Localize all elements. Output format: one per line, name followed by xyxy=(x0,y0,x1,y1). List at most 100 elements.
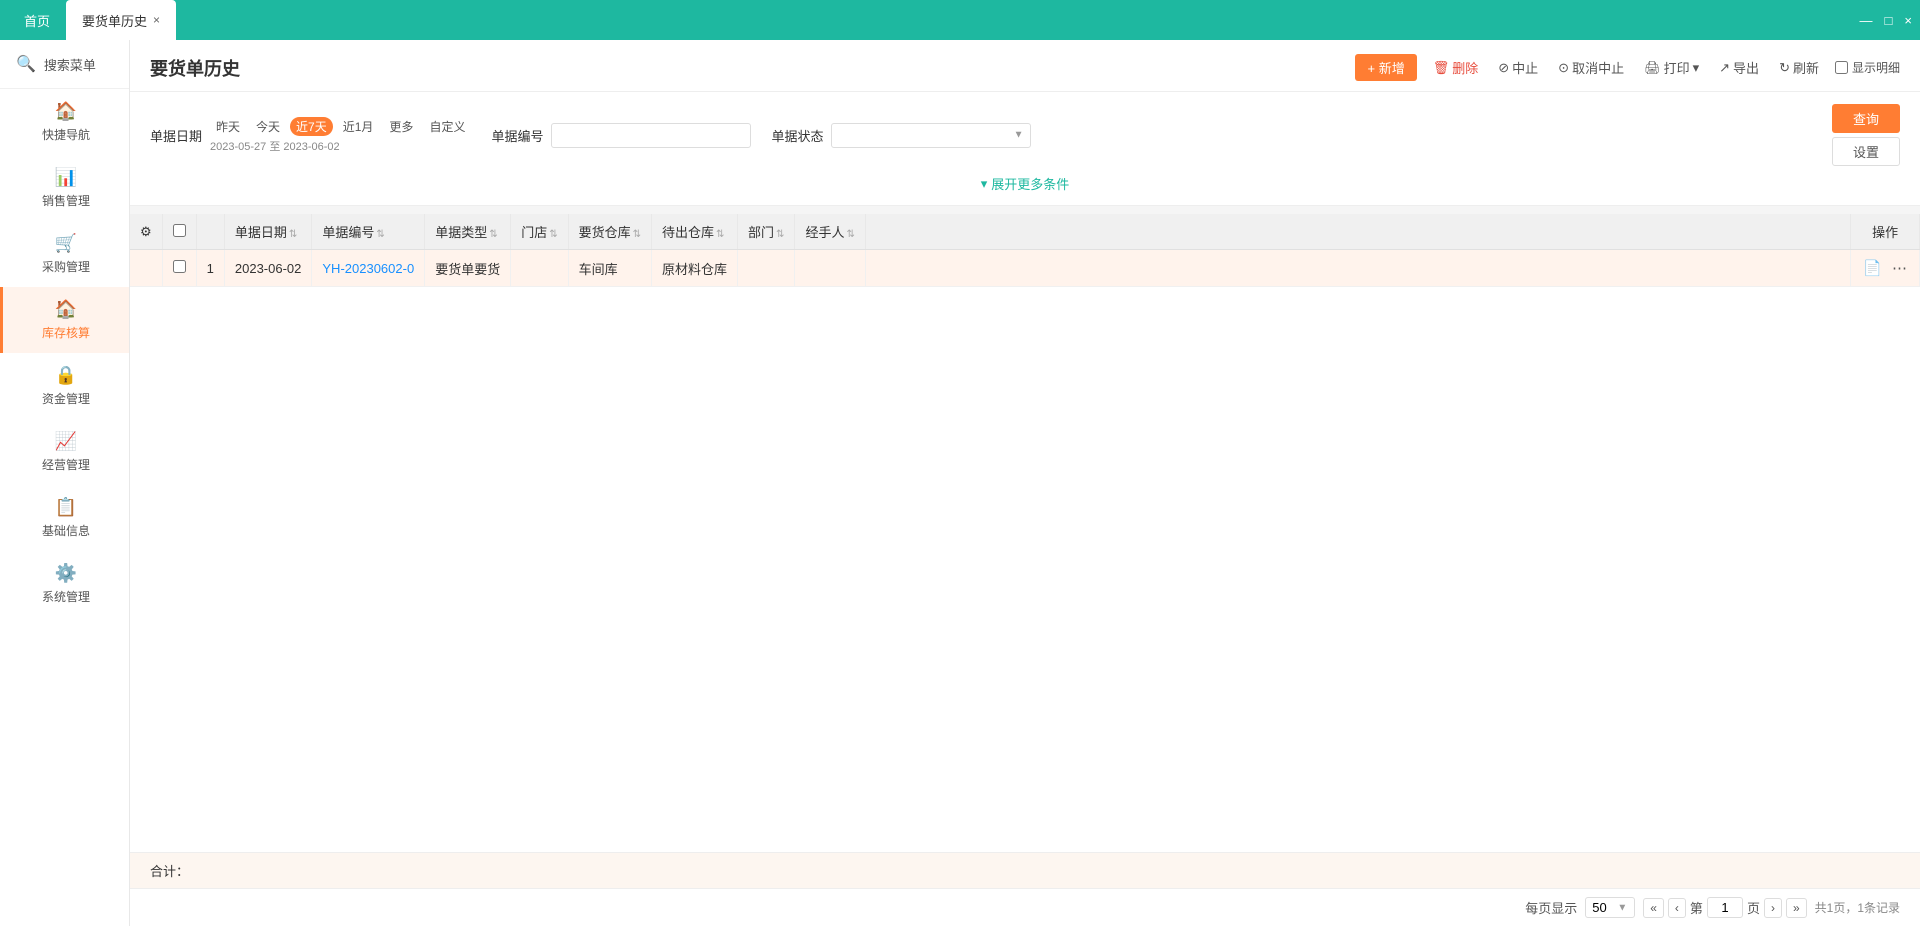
date-btn-7days[interactable]: 近7天 xyxy=(290,117,333,136)
table-container: ⚙ 单据日期⇅ 单据编号⇅ 单据类型⇅ 门店⇅ 要货仓库⇅ 待出仓库⇅ 部门⇅ xyxy=(130,214,1920,852)
row-action-cell: 📄 ⋯ xyxy=(1851,250,1920,287)
status-label: 单据状态 xyxy=(771,126,823,145)
date-btn-today[interactable]: 今天 xyxy=(250,117,286,136)
top-bar-right: — □ × xyxy=(1860,13,1912,28)
date-btn-row: 昨天 今天 近7天 近1月 更多 自定义 xyxy=(210,117,471,136)
status-select[interactable] xyxy=(831,123,1031,148)
sidebar-label-system: 系统管理 xyxy=(42,588,90,605)
quick-nav-icon: 🏠 xyxy=(55,101,77,122)
per-page-select[interactable]: 20 50 100 200 xyxy=(1585,897,1635,918)
page-label: 第 xyxy=(1690,898,1703,917)
system-icon: ⚙️ xyxy=(55,563,77,584)
tab-requisition-history[interactable]: 要货单历史 × xyxy=(66,0,176,40)
maximize-btn[interactable]: □ xyxy=(1885,13,1893,28)
total-label: 合计： xyxy=(150,861,189,880)
purchase-icon: 🛒 xyxy=(55,233,77,254)
table-row: 1 2023-06-02 YH-20230602-0 要货单要货 车间库 原材料… xyxy=(130,250,1920,287)
sidebar-label-quick-nav: 快捷导航 xyxy=(42,126,90,143)
show-detail-checkbox[interactable]: 显示明细 xyxy=(1835,59,1900,76)
row-more-icon[interactable]: ⋯ xyxy=(1890,257,1909,279)
print-button[interactable]: 🖨 打印 ▾ xyxy=(1640,56,1703,79)
next-page-btn[interactable]: › xyxy=(1764,898,1782,918)
sidebar-item-purchase[interactable]: 🛒 采购管理 xyxy=(0,221,129,287)
per-page-label: 每页显示 xyxy=(1525,898,1577,917)
new-button[interactable]: + 新增 xyxy=(1355,54,1416,81)
bill-no-filter-group: 单据编号 xyxy=(491,123,751,148)
prev-page-btn[interactable]: ‹ xyxy=(1668,898,1686,918)
status-select-wrapper xyxy=(831,123,1031,148)
sidebar-item-quick-nav[interactable]: 🏠 快捷导航 xyxy=(0,89,129,155)
main-layout: 🔍 搜索菜单 🏠 快捷导航 📊 销售管理 🛒 采购管理 🏠 库存核算 🔒 资金管… xyxy=(0,40,1920,926)
pagination-bar: 每页显示 20 50 100 200 « ‹ 第 页 › » 共1页，1条记录 xyxy=(130,888,1920,926)
row-spacer xyxy=(865,250,1850,287)
row-settings-cell xyxy=(130,250,162,287)
col-bill-no[interactable]: 单据编号⇅ xyxy=(312,214,425,250)
sidebar-item-sales[interactable]: 📊 销售管理 xyxy=(0,155,129,221)
date-range-display: 2023-05-27 至 2023-06-02 xyxy=(210,138,471,154)
first-page-btn[interactable]: « xyxy=(1643,898,1664,918)
filter-area: 单据日期 昨天 今天 近7天 近1月 更多 自定义 2023-05-27 至 2… xyxy=(130,92,1920,206)
print-icon: 🖨 xyxy=(1644,60,1661,76)
row-edit-icon[interactable]: 📄 xyxy=(1861,257,1884,279)
sidebar-item-basic-info[interactable]: 📋 基础信息 xyxy=(0,485,129,551)
row-department xyxy=(738,250,795,287)
stop-button[interactable]: ⊘ 中止 xyxy=(1494,56,1542,79)
row-date: 2023-06-02 xyxy=(224,250,312,287)
sidebar: 🔍 搜索菜单 🏠 快捷导航 📊 销售管理 🛒 采购管理 🏠 库存核算 🔒 资金管… xyxy=(0,40,130,926)
row-check-cell xyxy=(162,250,196,287)
sidebar-label-operation: 经营管理 xyxy=(42,456,90,473)
minimize-btn[interactable]: — xyxy=(1860,13,1873,28)
settings-button[interactable]: 设置 xyxy=(1832,137,1900,166)
col-req-warehouse[interactable]: 要货仓库⇅ xyxy=(568,214,651,250)
col-department[interactable]: 部门⇅ xyxy=(738,214,795,250)
col-handler[interactable]: 经手人⇅ xyxy=(795,214,865,250)
row-bill-no[interactable]: YH-20230602-0 xyxy=(312,250,425,287)
operation-icon: 📈 xyxy=(55,431,77,452)
data-table: ⚙ 单据日期⇅ 单据编号⇅ 单据类型⇅ 门店⇅ 要货仓库⇅ 待出仓库⇅ 部门⇅ xyxy=(130,214,1920,287)
row-bill-type: 要货单要货 xyxy=(425,250,511,287)
col-settings[interactable]: ⚙ xyxy=(130,214,162,250)
date-filter-group: 单据日期 昨天 今天 近7天 近1月 更多 自定义 2023-05-27 至 2… xyxy=(150,117,471,154)
col-action: 操作 xyxy=(1851,214,1920,250)
delete-button[interactable]: 🗑 删除 xyxy=(1429,56,1483,79)
col-pending-warehouse[interactable]: 待出仓库⇅ xyxy=(652,214,738,250)
date-btn-more[interactable]: 更多 xyxy=(383,117,419,136)
sidebar-label-inventory: 库存核算 xyxy=(42,324,90,341)
sidebar-item-finance[interactable]: 🔒 资金管理 xyxy=(0,353,129,419)
date-btn-1month[interactable]: 近1月 xyxy=(337,117,380,136)
page-title: 要货单历史 xyxy=(150,55,240,81)
refresh-button[interactable]: ↻ 刷新 xyxy=(1775,56,1823,79)
date-btn-yesterday[interactable]: 昨天 xyxy=(210,117,246,136)
show-detail-check[interactable] xyxy=(1835,61,1848,74)
sidebar-item-system[interactable]: ⚙️ 系统管理 xyxy=(0,551,129,617)
sidebar-item-search-menu[interactable]: 🔍 搜索菜单 xyxy=(0,40,129,89)
total-info: 共1页，1条记录 xyxy=(1815,899,1900,916)
col-store[interactable]: 门店⇅ xyxy=(511,214,568,250)
col-date[interactable]: 单据日期⇅ xyxy=(224,214,312,250)
expand-more-btn[interactable]: ▾ 展开更多条件 xyxy=(150,174,1900,193)
page-number-input[interactable] xyxy=(1707,897,1743,918)
sidebar-item-operation[interactable]: 📈 经营管理 xyxy=(0,419,129,485)
date-btn-custom[interactable]: 自定义 xyxy=(423,117,471,136)
sidebar-item-inventory[interactable]: 🏠 库存核算 xyxy=(0,287,129,353)
row-checkbox[interactable] xyxy=(173,260,186,273)
select-all-checkbox[interactable] xyxy=(173,224,186,237)
col-bill-type[interactable]: 单据类型⇅ xyxy=(425,214,511,250)
tab-home-label: 首页 xyxy=(24,11,50,30)
col-spacer xyxy=(865,214,1850,250)
tab-home[interactable]: 首页 xyxy=(8,0,66,40)
sales-icon: 📊 xyxy=(55,167,77,188)
filter-row: 单据日期 昨天 今天 近7天 近1月 更多 自定义 2023-05-27 至 2… xyxy=(150,104,1900,166)
sidebar-label-basic-info: 基础信息 xyxy=(42,522,90,539)
query-button[interactable]: 查询 xyxy=(1832,104,1900,133)
delete-icon: 🗑 xyxy=(1433,60,1450,76)
tab-close-icon[interactable]: × xyxy=(153,13,160,27)
table-body: 1 2023-06-02 YH-20230602-0 要货单要货 车间库 原材料… xyxy=(130,250,1920,287)
bill-no-input[interactable] xyxy=(551,123,751,148)
close-btn[interactable]: × xyxy=(1904,13,1912,28)
page-header: 要货单历史 + 新增 🗑 删除 ⊘ 中止 ⊙ 取消中止 🖨 打印 xyxy=(130,40,1920,92)
cancel-stop-button[interactable]: ⊙ 取消中止 xyxy=(1554,56,1628,79)
export-button[interactable]: ↗ 导出 xyxy=(1715,56,1763,79)
date-filter-label: 单据日期 xyxy=(150,126,202,145)
last-page-btn[interactable]: » xyxy=(1786,898,1807,918)
